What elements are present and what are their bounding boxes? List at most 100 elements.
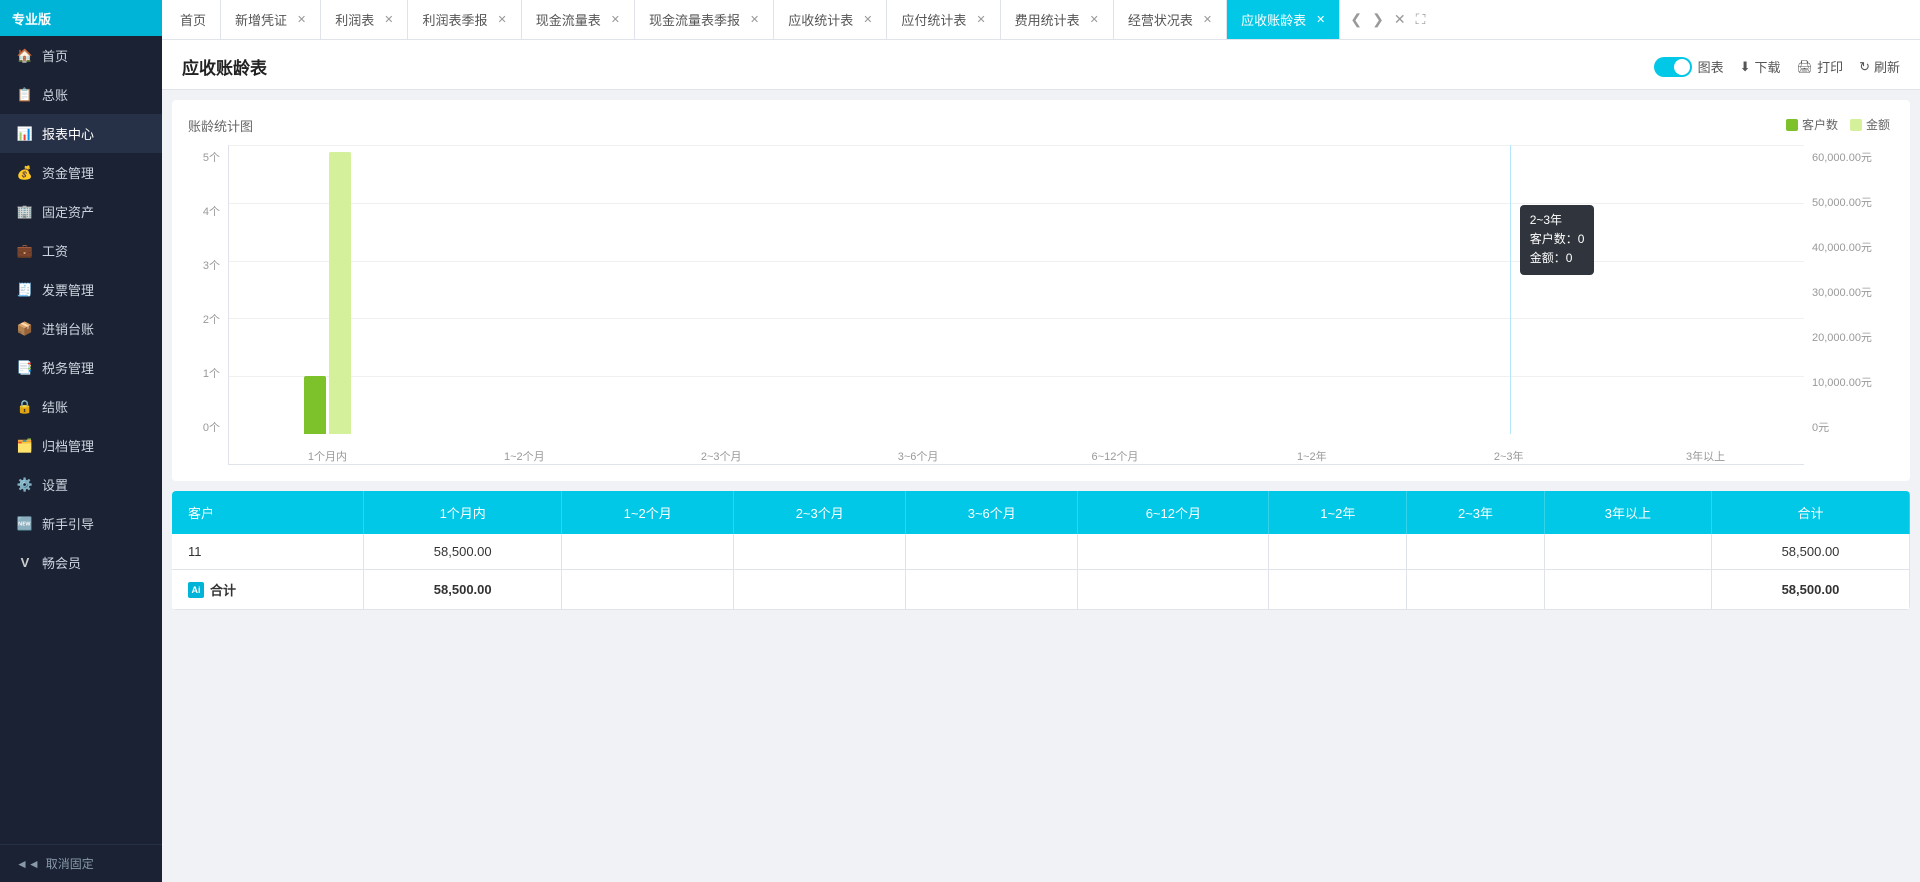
tab-close-icon[interactable]: ✕ xyxy=(611,13,620,26)
tab-close-icon[interactable]: ✕ xyxy=(297,13,306,26)
y-left-4: 4个 xyxy=(203,203,220,219)
total-y12 xyxy=(1269,570,1407,610)
legend-amount-dot xyxy=(1850,119,1862,131)
sidebar-item-label: 发票管理 xyxy=(42,280,94,299)
download-button[interactable]: ⬇ 下载 xyxy=(1740,57,1781,76)
total-m1: 58,500.00 xyxy=(364,570,562,610)
sidebar-item-home[interactable]: 🏠 首页 xyxy=(0,36,162,75)
tab-label: 现金流量表 xyxy=(536,10,601,29)
col-customer: 客户 xyxy=(172,491,364,534)
tab-cashflow[interactable]: 现金流量表 ✕ xyxy=(522,0,635,40)
cell-customer: 11 xyxy=(172,534,364,570)
tab-business-stat[interactable]: 经营状况表 ✕ xyxy=(1114,0,1227,40)
tab-voucher[interactable]: 新增凭证 ✕ xyxy=(221,0,321,40)
y-left-3: 3个 xyxy=(203,257,220,273)
sidebar-item-label: 设置 xyxy=(42,475,68,494)
col-total: 合计 xyxy=(1712,491,1910,534)
sidebar-item-funds[interactable]: 💰 资金管理 xyxy=(0,153,162,192)
tab-close-icon[interactable]: ✕ xyxy=(498,13,507,26)
sidebar-item-reports[interactable]: 📊 报表中心 xyxy=(0,114,162,153)
sidebar-item-member[interactable]: V 畅会员 xyxy=(0,543,162,582)
assets-icon: 🏢 xyxy=(16,203,34,221)
tab-profit-quarterly[interactable]: 利润表季报 ✕ xyxy=(408,0,521,40)
print-label: 打印 xyxy=(1817,57,1843,76)
sidebar-item-assets[interactable]: 🏢 固定资产 xyxy=(0,192,162,231)
cell-m1: 58,500.00 xyxy=(364,534,562,570)
tab-expense-stat[interactable]: 费用统计表 ✕ xyxy=(1001,0,1114,40)
bar-amount-0 xyxy=(329,152,351,434)
sidebar-item-inventory[interactable]: 📦 进销台账 xyxy=(0,309,162,348)
col-y3plus: 3年以上 xyxy=(1544,491,1711,534)
tab-profit[interactable]: 利润表 ✕ xyxy=(321,0,408,40)
y-right-40k: 40,000.00元 xyxy=(1812,239,1872,255)
tab-close-icon[interactable]: ✕ xyxy=(384,13,393,26)
table-header-row: 客户 1个月内 1~2个月 2~3个月 3~6个月 6~12个月 1~2年 2~… xyxy=(172,491,1910,534)
tab-receivable-stat[interactable]: 应收统计表 ✕ xyxy=(774,0,887,40)
tab-close-icon[interactable]: ✕ xyxy=(863,13,872,26)
total-y3plus xyxy=(1544,570,1711,610)
funds-icon: 💰 xyxy=(16,164,34,182)
tab-home[interactable]: 首页 xyxy=(166,0,221,40)
cell-m612 xyxy=(1078,534,1269,570)
tab-maximize-button[interactable]: ⛶ xyxy=(1412,9,1430,30)
bar-group-4 xyxy=(1017,145,1214,434)
total-m23 xyxy=(734,570,906,610)
legend-amount-label: 金额 xyxy=(1866,116,1890,133)
data-table-wrap: 客户 1个月内 1~2个月 2~3个月 3~6个月 6~12个月 1~2年 2~… xyxy=(172,491,1910,610)
y-right-20k: 20,000.00元 xyxy=(1812,329,1872,345)
chart-toggle-label: 图表 xyxy=(1698,57,1724,76)
tab-close-all-button[interactable]: ✕ xyxy=(1390,9,1410,30)
tab-prev-button[interactable]: ❮ xyxy=(1346,9,1366,30)
tab-next-button[interactable]: ❯ xyxy=(1368,9,1388,30)
page-content: 应收账龄表 图表 ⬇ 下载 🖨 打印 ↻ 刷新 xyxy=(162,40,1920,882)
unpin-icon: ◄◄ xyxy=(16,857,40,871)
bar-group-7 xyxy=(1607,145,1804,434)
sidebar: 专业版 🏠 首页 📋 总账 📊 报表中心 💰 资金管理 🏢 固定资产 💼 工资 … xyxy=(0,0,162,882)
bars-area xyxy=(229,145,1804,434)
settings-icon: ⚙️ xyxy=(16,476,34,494)
col-m23: 2~3个月 xyxy=(734,491,906,534)
y-right-0: 0元 xyxy=(1812,419,1829,435)
y-left-2: 2个 xyxy=(203,311,220,327)
sidebar-item-invoice[interactable]: 🧾 发票管理 xyxy=(0,270,162,309)
x-label-5: 1~2年 xyxy=(1213,444,1410,464)
tab-label: 应付统计表 xyxy=(901,10,966,29)
tab-aging[interactable]: 应收账龄表 ✕ xyxy=(1227,0,1340,40)
sidebar-item-tax[interactable]: 📑 税务管理 xyxy=(0,348,162,387)
page-header: 应收账龄表 图表 ⬇ 下载 🖨 打印 ↻ 刷新 xyxy=(162,40,1920,90)
sidebar-item-guide[interactable]: 🆕 新手引导 xyxy=(0,504,162,543)
legend-customer-dot xyxy=(1786,119,1798,131)
sidebar-item-settings[interactable]: ⚙️ 设置 xyxy=(0,465,162,504)
sidebar-unpin-button[interactable]: ◄◄ 取消固定 xyxy=(0,844,162,882)
print-button[interactable]: 🖨 打印 xyxy=(1797,57,1844,76)
tab-close-icon[interactable]: ✕ xyxy=(976,13,985,26)
cell-y12 xyxy=(1269,534,1407,570)
x-label-2: 2~3个月 xyxy=(623,444,820,464)
chart-title: 账龄统计图 xyxy=(188,116,1894,135)
cell-m23 xyxy=(734,534,906,570)
app-logo: 专业版 xyxy=(0,0,162,36)
total-y23 xyxy=(1407,570,1545,610)
tab-close-icon[interactable]: ✕ xyxy=(750,13,759,26)
col-m1: 1个月内 xyxy=(364,491,562,534)
inventory-icon: 📦 xyxy=(16,320,34,338)
tab-close-icon[interactable]: ✕ xyxy=(1316,13,1325,26)
tab-close-icon[interactable]: ✕ xyxy=(1203,13,1212,26)
chart-toggle[interactable] xyxy=(1654,57,1692,77)
tab-close-icon[interactable]: ✕ xyxy=(1090,13,1099,26)
x-label-1: 1~2个月 xyxy=(426,444,623,464)
sidebar-item-label: 税务管理 xyxy=(42,358,94,377)
chart-toggle-wrap: 图表 xyxy=(1654,57,1724,77)
sidebar-item-label: 进销台账 xyxy=(42,319,94,338)
y-right-50k: 50,000.00元 xyxy=(1812,194,1872,210)
sidebar-item-archive[interactable]: 🗂️ 归档管理 xyxy=(0,426,162,465)
archive-icon: 🗂️ xyxy=(16,437,34,455)
y-axis-left: 5个 4个 3个 2个 1个 0个 xyxy=(188,145,228,465)
sidebar-item-salary[interactable]: 💼 工资 xyxy=(0,231,162,270)
sidebar-item-close[interactable]: 🔒 结账 xyxy=(0,387,162,426)
sidebar-item-ledger[interactable]: 📋 总账 xyxy=(0,75,162,114)
tab-payable-stat[interactable]: 应付统计表 ✕ xyxy=(887,0,1000,40)
cell-y23 xyxy=(1407,534,1545,570)
refresh-button[interactable]: ↻ 刷新 xyxy=(1859,57,1900,76)
tab-cashflow-quarterly[interactable]: 现金流量表季报 ✕ xyxy=(635,0,774,40)
